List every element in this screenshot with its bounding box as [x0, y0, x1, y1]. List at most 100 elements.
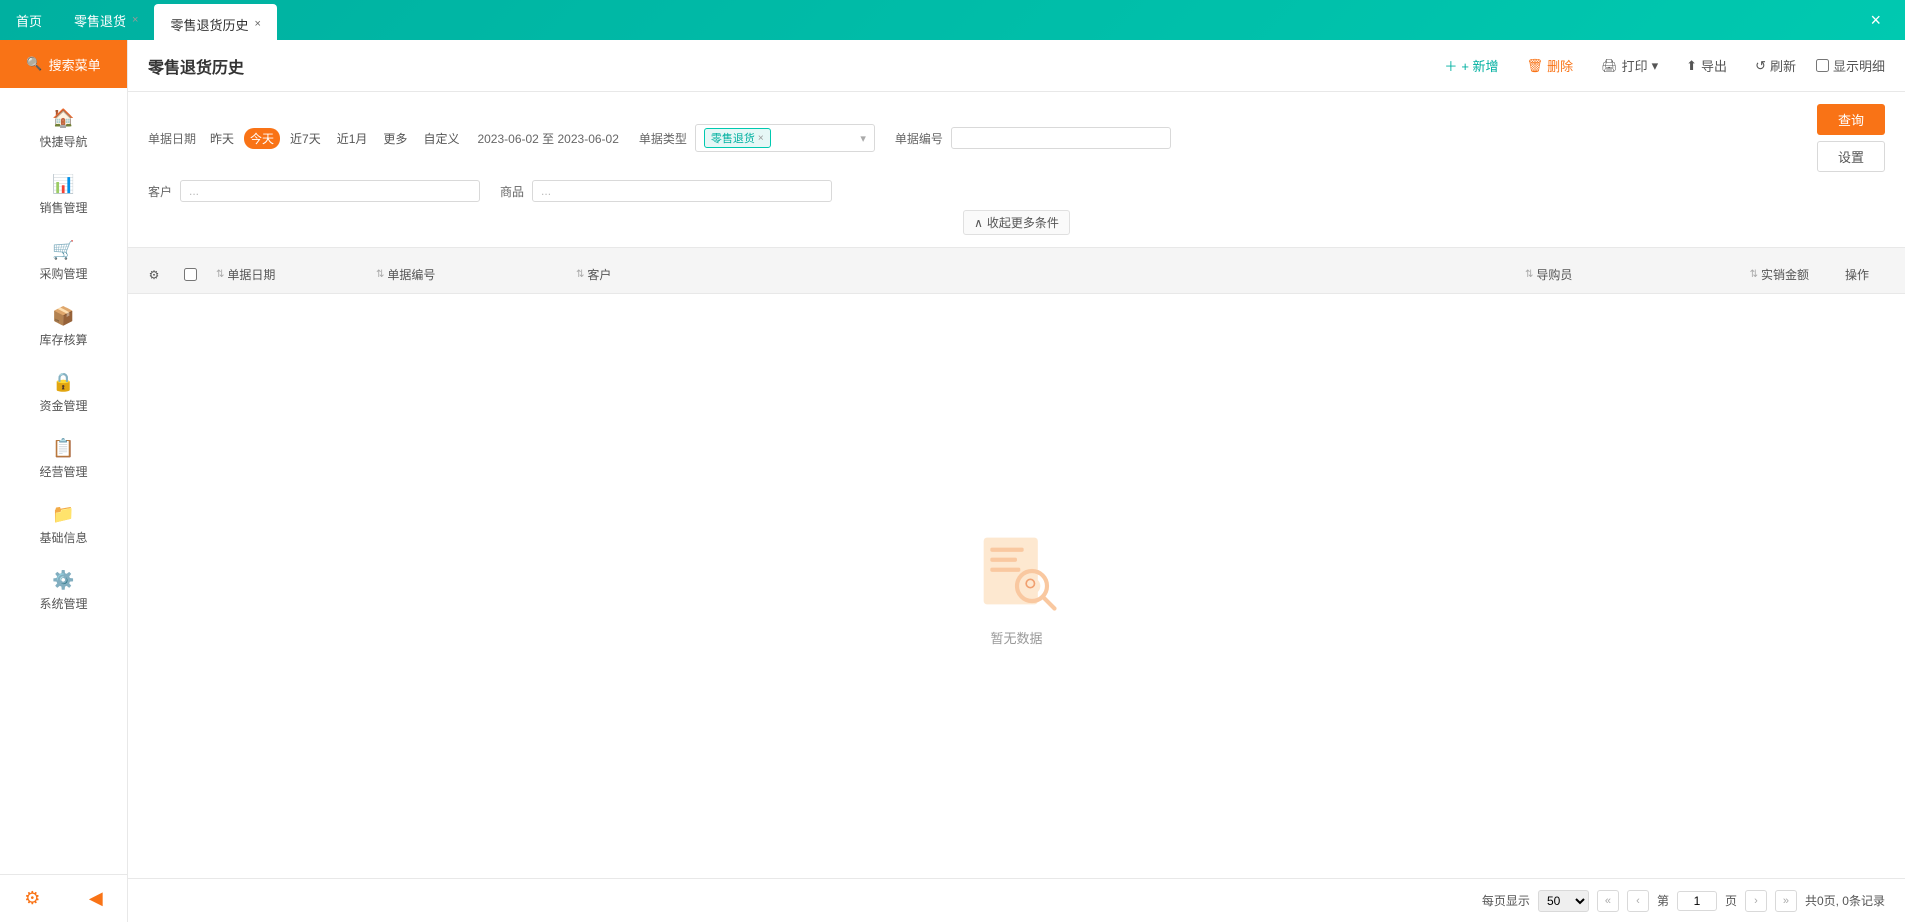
- print-label: 打印: [1622, 56, 1648, 75]
- th-customer[interactable]: ⇅ 客户: [568, 266, 1517, 283]
- per-page-label: 每页显示: [1482, 892, 1530, 909]
- content-area: 零售退货历史 ＋ + 新增 🗑 删除 🖨 打印 ▾ ⬆ 导出: [128, 40, 1905, 922]
- sidebar-item-purchase[interactable]: 🛒 采购管理: [0, 228, 127, 294]
- sales-icon: 📊: [52, 174, 74, 195]
- sidebar-item-system-label: 系统管理: [39, 595, 87, 612]
- setting-button[interactable]: 设置: [1817, 141, 1885, 172]
- delete-button[interactable]: 🗑 删除: [1519, 52, 1582, 79]
- total-info: 共0页, 0条记录: [1805, 892, 1885, 909]
- sidebar-item-management[interactable]: 📋 经营管理: [0, 426, 127, 492]
- tab-retail-return-history-close[interactable]: ×: [254, 18, 260, 30]
- next-page-icon: ›: [1754, 895, 1758, 907]
- tab-list: 首页 零售退货 × 零售退货历史 ×: [0, 0, 1862, 40]
- per-page-select[interactable]: 50 10 20 100: [1538, 890, 1589, 912]
- bill-no-input[interactable]: [951, 127, 1171, 149]
- next-page-button[interactable]: ›: [1745, 890, 1767, 912]
- sidebar-item-system[interactable]: ⚙️ 系统管理: [0, 558, 127, 624]
- show-detail-checkbox[interactable]: 显示明细: [1816, 56, 1885, 75]
- action-buttons: 查询 设置: [1817, 104, 1885, 172]
- tab-retail-return-close[interactable]: ×: [132, 14, 138, 26]
- new-button[interactable]: ＋ + 新增: [1436, 52, 1506, 79]
- tab-retail-return[interactable]: 零售退货 ×: [58, 0, 154, 40]
- collapse-icon[interactable]: ◀: [89, 888, 103, 909]
- select-all-checkbox[interactable]: [184, 268, 197, 281]
- th-bill-no[interactable]: ⇅ 单据编号: [368, 266, 568, 283]
- goods-input[interactable]: ...: [532, 180, 832, 202]
- show-detail-label: 显示明细: [1833, 56, 1885, 75]
- collapse-button[interactable]: ∧ 收起更多条件: [963, 210, 1070, 235]
- sidebar-item-home[interactable]: 🏠 快捷导航: [0, 96, 127, 162]
- customer-input[interactable]: ...: [180, 180, 480, 202]
- print-dropdown-icon: ▾: [1652, 58, 1659, 74]
- th-customer-sort-icon: ⇅: [576, 269, 584, 280]
- sidebar-item-purchase-label: 采购管理: [39, 265, 87, 282]
- date-option-7days[interactable]: 近7天: [284, 128, 327, 149]
- show-detail-input[interactable]: [1816, 59, 1829, 72]
- sidebar-item-home-label: 快捷导航: [39, 133, 87, 150]
- sidebar-item-inventory[interactable]: 📦 库存核算: [0, 294, 127, 360]
- new-icon: ＋: [1444, 56, 1457, 75]
- bill-type-dropdown-icon: ▾: [860, 132, 866, 145]
- delete-icon: 🗑: [1527, 58, 1544, 74]
- sidebar-search[interactable]: 🔍 搜索菜单: [0, 40, 127, 88]
- bill-type-remove[interactable]: ×: [758, 133, 764, 144]
- bill-type-select[interactable]: 零售退货 × ▾: [695, 124, 875, 152]
- date-option-today[interactable]: 今天: [244, 128, 280, 149]
- first-page-button[interactable]: «: [1597, 890, 1619, 912]
- th-action-label: 操作: [1845, 266, 1869, 283]
- last-page-button[interactable]: »: [1775, 890, 1797, 912]
- sidebar-item-management-label: 经营管理: [39, 463, 87, 480]
- table-header: ⚙ ⇅ 单据日期 ⇅ 单据编号 ⇅ 客户 ⇅: [128, 256, 1905, 294]
- empty-state-icon: [967, 526, 1067, 616]
- filter-row-2: 客户 ... 商品 ...: [148, 180, 1885, 202]
- sidebar-item-basic-info-label: 基础信息: [39, 529, 87, 546]
- th-guide[interactable]: ⇅ 导购员: [1517, 266, 1677, 283]
- th-bill-no-label: 单据编号: [387, 266, 435, 283]
- pagination: 每页显示 50 10 20 100 « ‹ 第 页 › » 共0页, 0条记录: [128, 878, 1905, 922]
- new-label: + 新增: [1461, 56, 1498, 75]
- date-filter-label: 单据日期: [148, 130, 196, 147]
- settings-icon: ⚙: [149, 268, 160, 282]
- page-header: 零售退货历史 ＋ + 新增 🗑 删除 🖨 打印 ▾ ⬆ 导出: [128, 40, 1905, 92]
- tab-retail-return-history[interactable]: 零售退货历史 ×: [154, 4, 276, 44]
- sidebar-nav: 🏠 快捷导航 📊 销售管理 🛒 采购管理 📦 库存核算 🔒 资金管理 📋: [0, 88, 127, 874]
- th-date[interactable]: ⇅ 单据日期: [208, 266, 368, 283]
- refresh-button[interactable]: ↺ 刷新: [1747, 52, 1804, 79]
- system-icon: ⚙️: [52, 570, 74, 591]
- page-title: 零售退货历史: [148, 54, 244, 78]
- th-amount-label: 实销金额: [1761, 266, 1809, 283]
- collapse-icon: ∧: [974, 216, 983, 230]
- th-date-sort-icon: ⇅: [216, 269, 224, 280]
- query-button[interactable]: 查询: [1817, 104, 1885, 135]
- date-option-more[interactable]: 更多: [377, 128, 413, 149]
- date-option-yesterday[interactable]: 昨天: [204, 128, 240, 149]
- bill-type-tag-text: 零售退货: [711, 130, 755, 146]
- date-filter: 单据日期 昨天 今天 近7天 近1月 更多 自定义 2023-06-02 至 2…: [148, 128, 619, 149]
- th-guide-label: 导购员: [1536, 266, 1572, 283]
- th-amount[interactable]: ⇅ 实销金额: [1677, 266, 1817, 283]
- date-option-custom[interactable]: 自定义: [417, 128, 465, 149]
- sidebar-item-sales[interactable]: 📊 销售管理: [0, 162, 127, 228]
- window-close-button[interactable]: ×: [1862, 10, 1889, 31]
- refresh-icon: ↺: [1755, 58, 1766, 74]
- empty-state-text: 暂无数据: [990, 628, 1042, 647]
- table-container: ⚙ ⇅ 单据日期 ⇅ 单据编号 ⇅ 客户 ⇅: [128, 256, 1905, 878]
- th-checkbox[interactable]: [172, 268, 208, 281]
- export-label: 导出: [1701, 56, 1727, 75]
- sidebar-item-sales-label: 销售管理: [39, 199, 87, 216]
- date-option-1month[interactable]: 近1月: [331, 128, 374, 149]
- sidebar-item-basic-info[interactable]: 📁 基础信息: [0, 492, 127, 558]
- tab-home[interactable]: 首页: [0, 0, 58, 40]
- refresh-label: 刷新: [1770, 56, 1796, 75]
- page-number-input[interactable]: [1677, 891, 1717, 911]
- prev-page-button[interactable]: ‹: [1627, 890, 1649, 912]
- settings-bottom-icon[interactable]: ⚙: [24, 888, 40, 909]
- print-icon: 🖨: [1601, 58, 1618, 74]
- th-customer-label: 客户: [587, 266, 611, 283]
- bill-type-label: 单据类型: [639, 130, 687, 147]
- export-button[interactable]: ⬆ 导出: [1678, 52, 1735, 79]
- print-button[interactable]: 🖨 打印 ▾: [1593, 52, 1666, 79]
- th-settings[interactable]: ⚙: [136, 268, 172, 282]
- top-bar-right: ×: [1862, 10, 1905, 31]
- sidebar-item-finance[interactable]: 🔒 资金管理: [0, 360, 127, 426]
